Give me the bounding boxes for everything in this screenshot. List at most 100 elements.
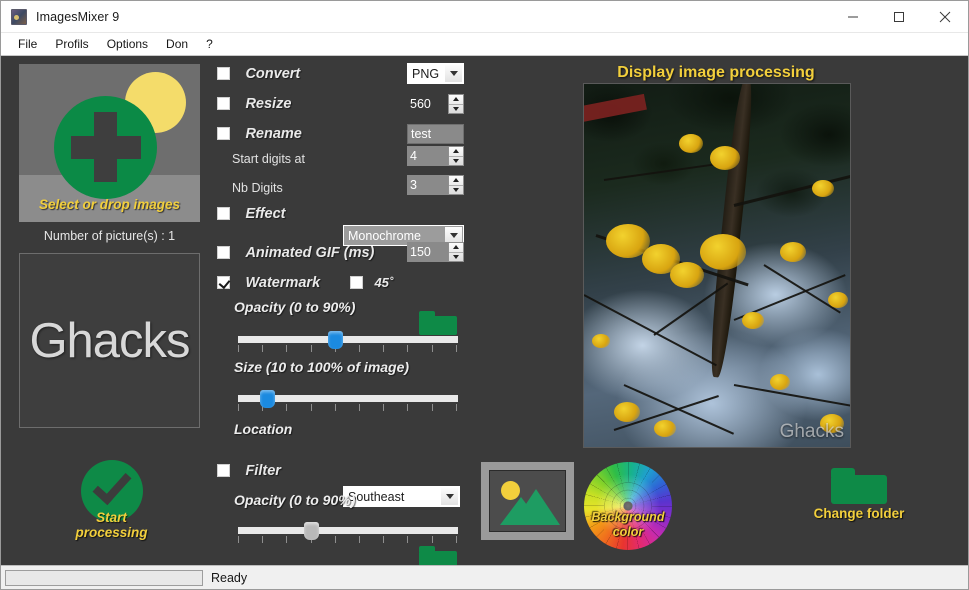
slider-thumb[interactable] — [303, 522, 319, 540]
checkmark-icon — [92, 464, 131, 506]
filter-opacity-slider[interactable] — [238, 522, 458, 548]
spinner-down-icon[interactable] — [449, 253, 463, 262]
app-icon — [11, 8, 27, 25]
background-color-label-line1: Background — [591, 510, 665, 524]
watermark-row: Watermark — [217, 274, 320, 292]
folder-body — [831, 475, 887, 504]
nb-digits-stepper[interactable]: 3 — [407, 175, 464, 195]
convert-row: Convert — [217, 65, 300, 83]
app-window: ImagesMixer 9 File Profils Options Don ? — [0, 0, 969, 590]
rename-checkbox[interactable] — [217, 127, 230, 141]
convert-checkbox[interactable] — [217, 67, 230, 81]
watermark-preview-text: Ghacks — [29, 313, 190, 368]
watermark-opacity-label: Opacity (0 to 90%) — [234, 299, 356, 315]
filter-opacity-label: Opacity (0 to 90%) — [234, 492, 356, 508]
preview-image[interactable]: Ghacks — [583, 83, 851, 448]
start-digits-value[interactable]: 4 — [407, 146, 448, 166]
convert-format-value: PNG — [412, 66, 440, 81]
watermark-label: Watermark — [245, 274, 321, 291]
background-color-label: Background color — [584, 510, 672, 540]
menu-bar: File Profils Options Don ? — [1, 33, 968, 56]
right-panel-title: Display image processing — [617, 64, 815, 81]
image-dropzone[interactable]: Select or drop images — [19, 64, 200, 222]
resize-checkbox[interactable] — [217, 97, 230, 111]
resize-value[interactable]: 560 — [407, 94, 448, 114]
background-color-button[interactable]: Background color — [584, 462, 672, 550]
slider-thumb[interactable] — [327, 331, 343, 349]
start-processing-label: Start processing — [75, 510, 148, 540]
nb-digits-value[interactable]: 3 — [407, 175, 448, 195]
watermark-location-label: Location — [234, 421, 293, 437]
chevron-down-icon[interactable] — [445, 65, 462, 82]
resize-label: Resize — [245, 95, 292, 112]
status-text: Ready — [211, 570, 248, 585]
close-button[interactable] — [922, 1, 968, 33]
filter-label: Filter — [245, 462, 281, 479]
plus-icon-vertical — [94, 112, 117, 182]
progress-bar — [5, 569, 203, 586]
maximize-button[interactable] — [876, 1, 922, 33]
resize-spinner-buttons[interactable] — [448, 94, 464, 114]
chevron-down-icon[interactable] — [441, 488, 458, 505]
filter-checkbox[interactable] — [217, 464, 230, 478]
animated-gif-value[interactable]: 150 — [407, 242, 448, 262]
start-digits-spinner-buttons[interactable] — [448, 146, 464, 166]
nb-digits-spinner-buttons[interactable] — [448, 175, 464, 195]
animated-gif-checkbox[interactable] — [217, 246, 230, 260]
spinner-up-icon[interactable] — [449, 95, 463, 105]
spinner-up-icon[interactable] — [449, 176, 463, 186]
preview-watermark: Ghacks — [779, 421, 844, 442]
watermark-preview[interactable]: Ghacks — [19, 253, 200, 428]
animated-gif-stepper[interactable]: 150 — [407, 242, 464, 262]
menu-item-help[interactable]: ? — [197, 35, 222, 53]
watermark-size-slider[interactable] — [238, 390, 458, 416]
filter-row: Filter — [217, 462, 281, 480]
effect-value: Monochrome — [348, 228, 421, 243]
spinner-up-icon[interactable] — [449, 243, 463, 253]
menu-item-options[interactable]: Options — [98, 35, 157, 53]
spinner-down-icon[interactable] — [449, 105, 463, 114]
watermark-size-label: Size (10 to 100% of image) — [234, 359, 410, 375]
slider-thumb[interactable] — [259, 390, 275, 408]
main-body: Select or drop images Number of picture(… — [1, 56, 968, 565]
minimize-button[interactable] — [830, 1, 876, 33]
rotate-45-label: 45˚ — [374, 275, 394, 291]
background-color-label-line2: color — [612, 525, 644, 539]
start-processing-button[interactable]: Start processing — [59, 460, 164, 540]
spinner-down-icon[interactable] — [449, 157, 463, 166]
menu-item-don[interactable]: Don — [157, 35, 197, 53]
filter-folder-button[interactable] — [419, 546, 457, 565]
watermark-checkbox[interactable] — [217, 276, 230, 290]
spinner-up-icon[interactable] — [449, 147, 463, 157]
watermark-location-select[interactable]: Southeast — [343, 486, 460, 507]
watermark-opacity-slider[interactable] — [238, 331, 458, 357]
resize-stepper[interactable]: 560 — [407, 94, 464, 114]
status-bar: Ready — [1, 565, 968, 589]
window-title: ImagesMixer 9 — [36, 9, 120, 24]
convert-label: Convert — [245, 65, 301, 82]
change-folder-button[interactable]: Change folder — [806, 468, 912, 521]
slider-ticks — [238, 536, 458, 545]
convert-format-select[interactable]: PNG — [407, 63, 464, 84]
slider-track — [238, 336, 458, 343]
menu-item-profils[interactable]: Profils — [46, 35, 97, 53]
spinner-down-icon[interactable] — [449, 186, 463, 195]
picture-icon — [489, 470, 566, 532]
slider-track — [238, 527, 458, 534]
rotate-45-checkbox[interactable] — [350, 276, 363, 290]
rename-input[interactable]: test — [407, 124, 464, 144]
nb-digits-label: Nb Digits — [232, 181, 283, 195]
title-bar: ImagesMixer 9 — [1, 1, 968, 33]
effect-row: Effect — [217, 205, 285, 223]
animated-gif-label: Animated GIF (ms) — [245, 244, 375, 261]
picture-count: Number of picture(s) : 1 — [43, 229, 176, 243]
window-controls — [830, 1, 968, 33]
menu-item-file[interactable]: File — [9, 35, 46, 53]
effect-checkbox[interactable] — [217, 207, 230, 221]
folder-icon — [831, 468, 887, 504]
start-digits-stepper[interactable]: 4 — [407, 146, 464, 166]
animated-gif-spinner-buttons[interactable] — [448, 242, 464, 262]
rename-row: Rename — [217, 125, 302, 143]
start-digits-label: Start digits at — [232, 152, 305, 166]
picture-select-button[interactable] — [481, 462, 574, 540]
